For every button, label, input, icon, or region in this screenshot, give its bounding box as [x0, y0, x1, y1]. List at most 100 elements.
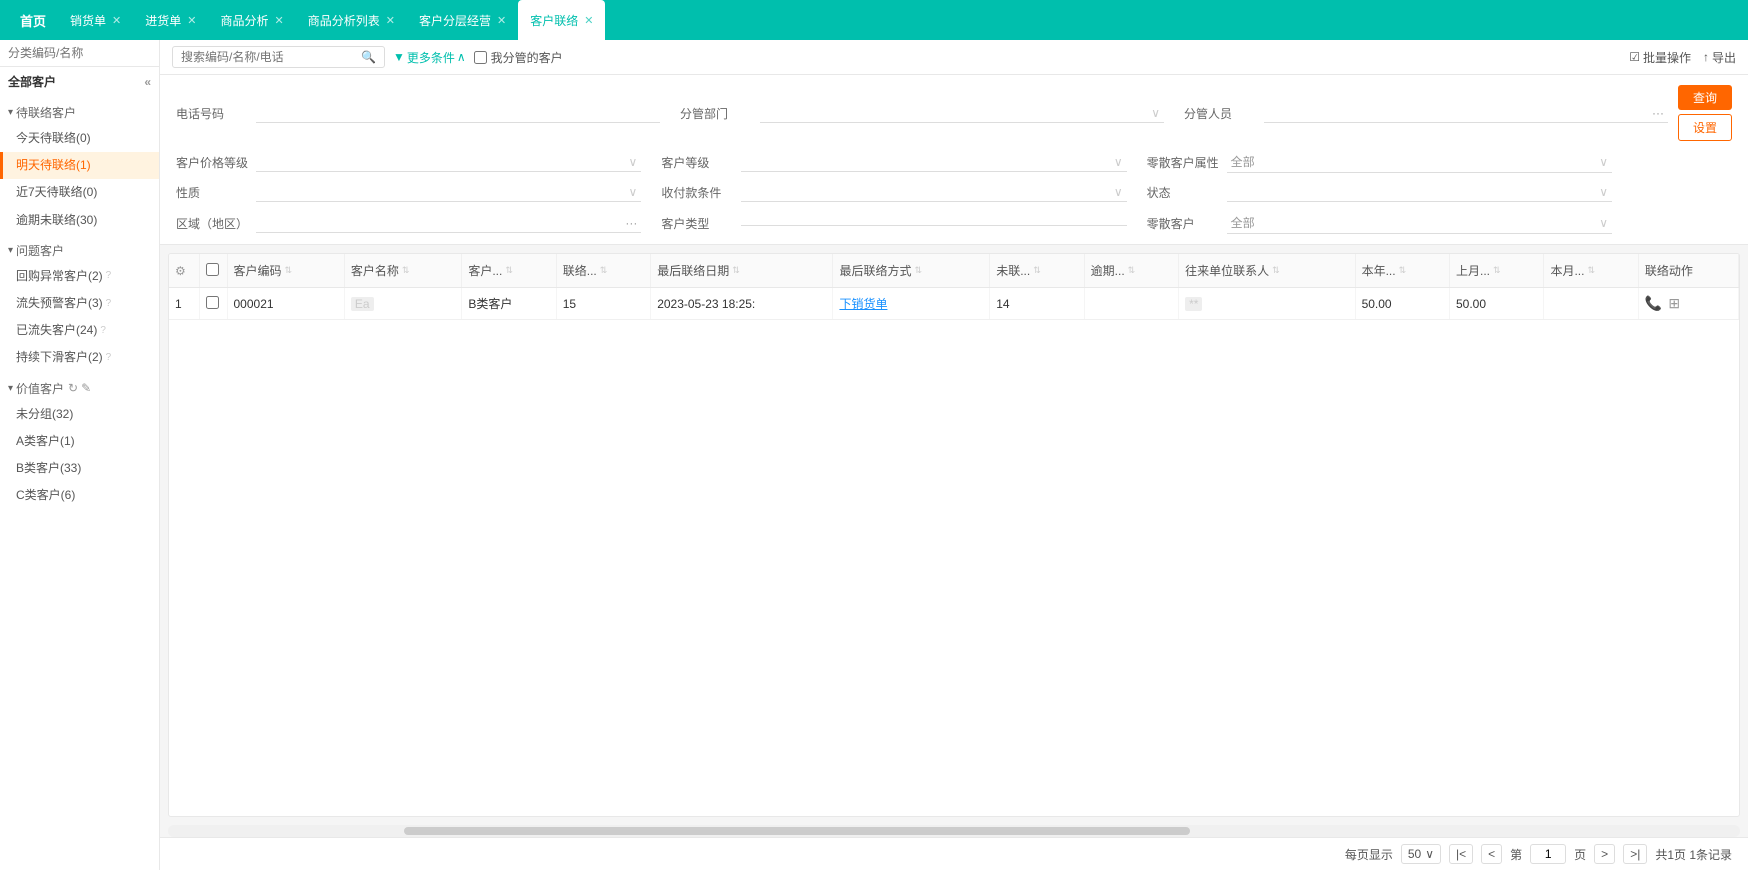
col-overdue: 逾期... ⇅ [1084, 254, 1178, 288]
row-customer-type: B类客户 [462, 288, 556, 320]
close-icon[interactable]: ✕ [584, 14, 593, 27]
chevron-down-icon: ∨ [1425, 847, 1434, 861]
col-customer-code: 客户编码 ⇅ [227, 254, 344, 288]
dept-select[interactable]: ∨ [760, 104, 1164, 123]
page-unit: 页 [1574, 846, 1586, 863]
close-icon[interactable]: ✕ [187, 14, 196, 27]
col-this-month: 本月... ⇅ [1544, 254, 1638, 288]
nav-home[interactable]: 首页 [8, 0, 58, 40]
sidebar-item-class-b[interactable]: B类客户(33) [0, 455, 159, 482]
retail-attr-select[interactable]: 全部 ∨ [1227, 151, 1612, 173]
export-button[interactable]: ↑ 导出 [1703, 49, 1736, 66]
sidebar-item-class-c[interactable]: C类客户(6) [0, 482, 159, 509]
filter-retail-attr: 零散客户属性 全部 ∨ [1147, 151, 1612, 173]
nature-select[interactable]: ∨ [256, 183, 641, 202]
retail-attr-label: 零散客户属性 [1147, 154, 1227, 171]
sort-icon[interactable]: ⇅ [1033, 265, 1041, 276]
grid-action-icon[interactable]: ⊞ [1668, 295, 1680, 312]
sort-icon[interactable]: ⇅ [914, 265, 922, 276]
person-select[interactable]: ··· [1264, 104, 1668, 123]
phone-input[interactable] [256, 104, 660, 123]
nav-customer-tier[interactable]: 客户分层经营 ✕ [407, 0, 518, 40]
nav-purchase-order[interactable]: 进货单 ✕ [133, 0, 208, 40]
nav-product-analysis-list[interactable]: 商品分析列表 ✕ [296, 0, 407, 40]
sort-icon[interactable]: ⇅ [600, 265, 608, 276]
sort-icon[interactable]: ⇅ [732, 265, 740, 276]
filter-panel: 电话号码 分管部门 ∨ 分管人员 ··· [160, 75, 1748, 245]
col-contact-count: 联络... ⇅ [556, 254, 650, 288]
per-page-select[interactable]: 50 ∨ [1401, 844, 1441, 864]
toolbar-search-icon[interactable]: 🔍 [361, 50, 376, 64]
edit-icon[interactable]: ✎ [81, 381, 91, 395]
sidebar-item-ungrouped[interactable]: 未分组(32) [0, 401, 159, 428]
payment-select[interactable]: ∨ [741, 183, 1126, 202]
batch-op-button[interactable]: ☑ 批量操作 [1629, 49, 1691, 66]
retail-customer-select[interactable]: 全部 ∨ [1227, 212, 1612, 234]
select-all-checkbox[interactable] [206, 263, 219, 276]
customer-level-select[interactable]: ∨ [741, 153, 1126, 172]
refresh-icon[interactable]: ↻ [68, 381, 78, 395]
sidebar-item-churned[interactable]: 已流失客户(24) ? [0, 317, 159, 344]
col-last-contact-method: 最后联络方式 ⇅ [833, 254, 990, 288]
prev-page-button[interactable]: < [1481, 844, 1502, 864]
filter-phone: 电话号码 [176, 104, 660, 123]
sidebar-item-overdue-pending[interactable]: 逾期未联络(30) [0, 207, 159, 234]
col-checkbox [199, 254, 227, 288]
horizontal-scrollbar[interactable] [168, 825, 1740, 837]
sort-icon[interactable]: ⇅ [1493, 265, 1501, 276]
close-icon[interactable]: ✕ [386, 14, 395, 27]
phone-action-icon[interactable]: 📞 [1645, 295, 1662, 312]
customer-type-label: 客户类型 [661, 215, 741, 232]
sidebar-item-churn-warning[interactable]: 流失预警客户(3) ? [0, 290, 159, 317]
sidebar-search-input[interactable] [8, 46, 160, 60]
sidebar-item-today-pending[interactable]: 今天待联络(0) [0, 125, 159, 152]
content-area: 🔍 ▼ 更多条件 ∧ 我分管的客户 ☑ 批量操作 ↑ 导出 [160, 40, 1748, 870]
nav-sales-order[interactable]: 销货单 ✕ [58, 0, 133, 40]
page-number-input[interactable] [1530, 844, 1566, 864]
next-page-button[interactable]: > [1594, 844, 1615, 864]
sort-icon[interactable]: ⇅ [1272, 265, 1280, 276]
sidebar-item-class-a[interactable]: A类客户(1) [0, 428, 159, 455]
query-button[interactable]: 查询 [1678, 85, 1732, 110]
first-page-button[interactable]: |< [1449, 844, 1473, 864]
sidebar-item-tomorrow-pending[interactable]: 明天待联络(1) [0, 152, 159, 179]
my-customers-check[interactable] [474, 51, 487, 64]
sort-icon[interactable]: ⇅ [505, 265, 513, 276]
row-select-checkbox[interactable] [206, 296, 219, 309]
sort-icon[interactable]: ⇅ [1128, 265, 1136, 276]
status-select[interactable]: ∨ [1227, 183, 1612, 202]
last-page-button[interactable]: >| [1623, 844, 1647, 864]
close-icon[interactable]: ✕ [497, 14, 506, 27]
sort-icon[interactable]: ⇅ [402, 265, 410, 276]
top-nav: 首页 销货单 ✕ 进货单 ✕ 商品分析 ✕ 商品分析列表 ✕ 客户分层经营 ✕ … [0, 0, 1748, 40]
close-icon[interactable]: ✕ [275, 14, 284, 27]
sort-icon[interactable]: ⇅ [285, 265, 293, 276]
price-level-select[interactable]: ∨ [256, 153, 641, 172]
pending-group-label: ▾ 待联络客户 [0, 100, 159, 125]
sort-icon[interactable]: ⇅ [1587, 265, 1595, 276]
row-unlinked: 14 [990, 288, 1084, 320]
toolbar-search: 🔍 [172, 46, 385, 68]
last-contact-link[interactable]: 下销货单 [839, 297, 887, 311]
sidebar-item-repurchase-anomaly[interactable]: 回购异常客户(2) ? [0, 263, 159, 290]
col-customer-name: 客户名称 ⇅ [344, 254, 461, 288]
filter-toggle[interactable]: ▼ 更多条件 ∧ [393, 49, 466, 66]
sort-icon[interactable]: ⇅ [1399, 265, 1407, 276]
customer-type-select[interactable] [741, 221, 1126, 226]
person-label: 分管人员 [1184, 105, 1264, 122]
chevron-up-icon: ∧ [457, 50, 466, 64]
sidebar-item-7days-pending[interactable]: 近7天待联络(0) [0, 179, 159, 206]
gear-icon[interactable]: ⚙ [175, 264, 186, 278]
sidebar-item-declining[interactable]: 持续下滑客户(2) ? [0, 344, 159, 371]
my-customers-checkbox[interactable]: 我分管的客户 [474, 49, 563, 66]
col-customer-type: 客户... ⇅ [462, 254, 556, 288]
area-select[interactable]: ··· [256, 214, 641, 233]
close-icon[interactable]: ✕ [112, 14, 121, 27]
toolbar-right: ☑ 批量操作 ↑ 导出 [1629, 49, 1736, 66]
nav-product-analysis[interactable]: 商品分析 ✕ [208, 0, 295, 40]
nav-customer-contact[interactable]: 客户联络 ✕ [518, 0, 605, 40]
search-input[interactable] [181, 50, 361, 64]
table-row: 1 000021 Ea B类客户 15 2023-05-23 18:25: 下销… [169, 288, 1739, 320]
all-customers-header[interactable]: 全部客户 « [0, 67, 159, 96]
setting-button[interactable]: 设置 [1678, 114, 1732, 141]
